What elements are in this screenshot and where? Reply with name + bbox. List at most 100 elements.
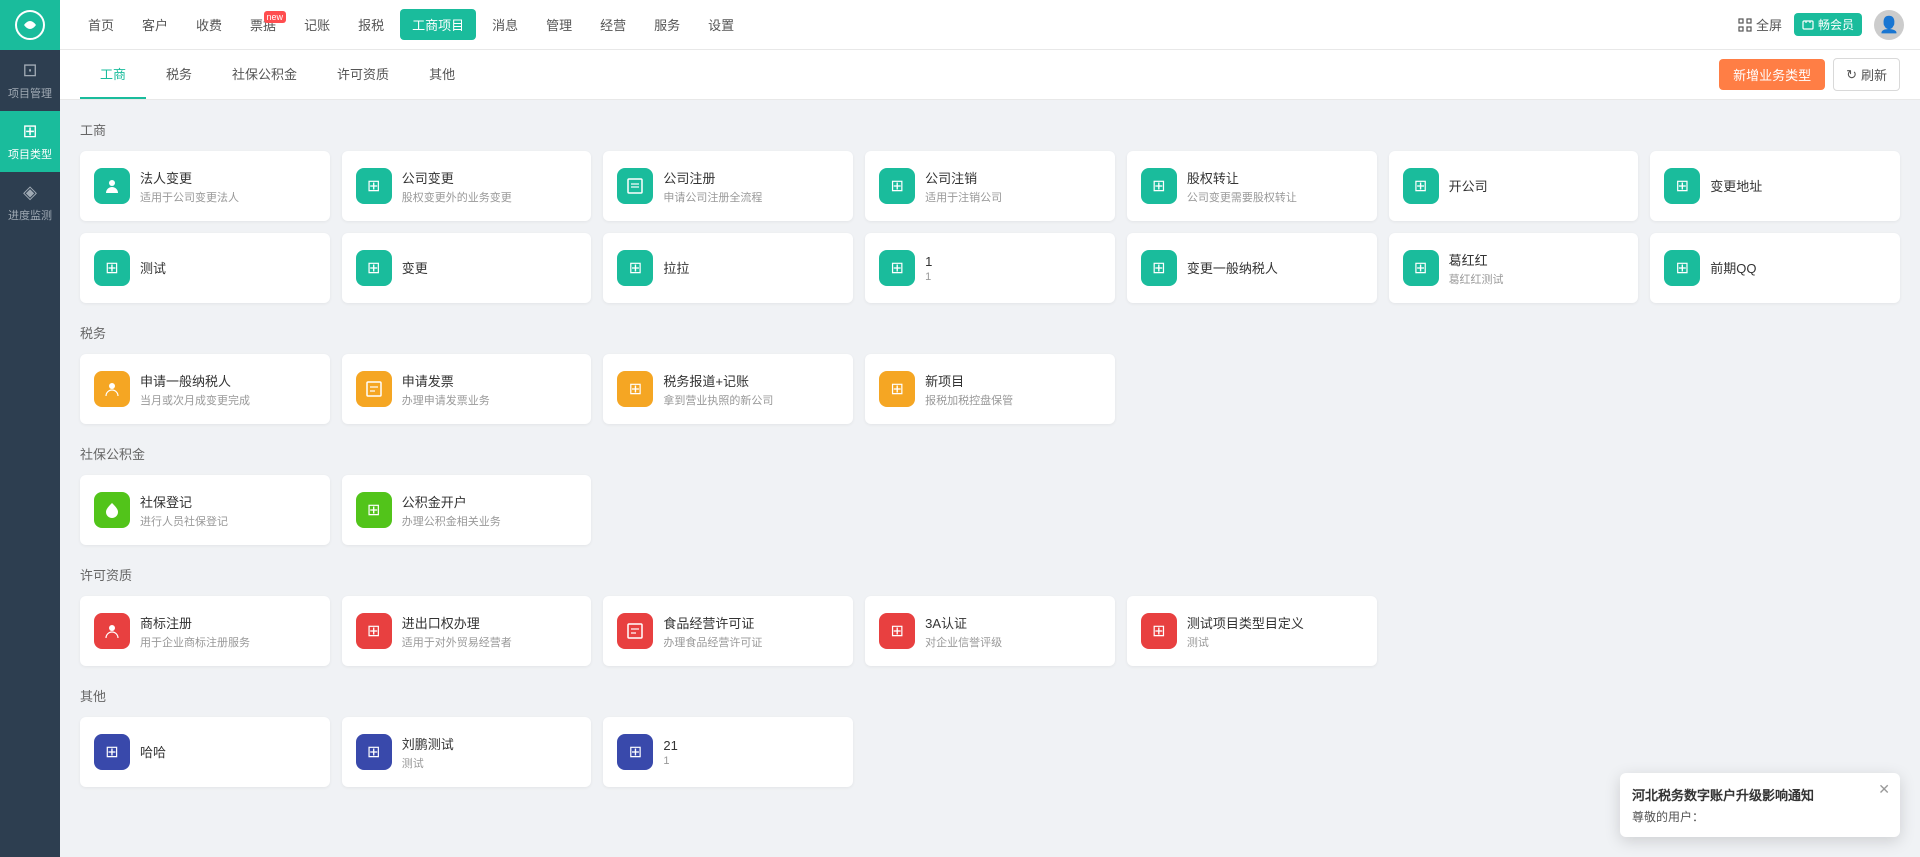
nav-customer[interactable]: 客户 (130, 9, 180, 40)
notification-title: 河北税务数字账户升级影响通知 (1632, 785, 1888, 804)
card-open-company[interactable]: ⊞ 开公司 (1389, 151, 1639, 221)
sub-header-actions: 新增业务类型 ↻ 刷新 (1719, 58, 1900, 91)
social-register-desc: 进行人员社保登记 (140, 513, 316, 529)
other-title: 其他 (80, 686, 1900, 705)
nav-tax[interactable]: 报税 (346, 9, 396, 40)
haha-name: 哈哈 (140, 742, 316, 761)
card-new-project[interactable]: ⊞ 新项目 报税加税控盘保管 (865, 354, 1115, 424)
card-apply-invoice[interactable]: 申请发票 办理申请发票业务 (342, 354, 592, 424)
nav-service[interactable]: 服务 (642, 9, 692, 40)
tab-gongshang[interactable]: 工商 (80, 50, 146, 99)
card-change-tax[interactable]: ⊞ 变更一般纳税人 (1127, 233, 1377, 303)
sub-header: 工商 税务 社保公积金 许可资质 其他 新增业务类型 ↻ 刷新 (60, 50, 1920, 100)
card-company-change[interactable]: ⊞ 公司变更 股权变更外的业务变更 (342, 151, 592, 221)
sidebar-item-progress-monitor[interactable]: ◈ 进度监测 (0, 172, 60, 233)
gehonghong-name: 葛红红 (1449, 250, 1625, 269)
card-equity-transfer[interactable]: ⊞ 股权转让 公司变更需要股权转让 (1127, 151, 1377, 221)
gehonghong-info: 葛红红 葛红红测试 (1449, 250, 1625, 287)
tab-shebao[interactable]: 社保公积金 (212, 50, 317, 99)
tab-other[interactable]: 其他 (409, 50, 475, 99)
card-company-cancel[interactable]: ⊞ 公司注销 适用于注销公司 (865, 151, 1115, 221)
card-legal-change[interactable]: 法人变更 适用于公司变更法人 (80, 151, 330, 221)
notification-close-btn[interactable]: ✕ (1878, 781, 1890, 798)
card-3a-cert[interactable]: ⊞ 3A认证 对企业信誉评级 (865, 596, 1115, 666)
nav-ticket[interactable]: 票据 new (238, 9, 288, 40)
sidebar-item-project-manage[interactable]: ⊡ 项目管理 (0, 50, 60, 111)
nav-settings[interactable]: 设置 (696, 9, 746, 40)
nav-accounting[interactable]: 记账 (292, 9, 342, 40)
notification-content: 尊敬的用户： (1632, 808, 1888, 825)
test-name: 测试 (140, 258, 316, 277)
card-trademark[interactable]: 商标注册 用于企业商标注册服务 (80, 596, 330, 666)
card-company-register[interactable]: 公司注册 申请公司注册全流程 (603, 151, 853, 221)
nav-home[interactable]: 首页 (76, 9, 126, 40)
card-change-address[interactable]: ⊞ 变更地址 (1650, 151, 1900, 221)
food-permit-info: 食品经营许可证 办理食品经营许可证 (663, 613, 839, 650)
sidebar-item-label: 进度监测 (8, 207, 52, 223)
gehonghong-icon: ⊞ (1403, 250, 1439, 286)
card-apply-taxpayer[interactable]: 申请一般纳税人 当月或次月成变更完成 (80, 354, 330, 424)
fund-account-info: 公积金开户 办理公积金相关业务 (402, 492, 578, 529)
change2-icon: ⊞ (356, 250, 392, 286)
fund-account-desc: 办理公积金相关业务 (402, 513, 578, 529)
card-change2[interactable]: ⊞ 变更 (342, 233, 592, 303)
card-test[interactable]: ⊞ 测试 (80, 233, 330, 303)
nav-manage[interactable]: 管理 (534, 9, 584, 40)
card-liupeng-test[interactable]: ⊞ 刘鹏测试 测试 (342, 717, 592, 787)
member-btn[interactable]: 畅会员 (1794, 13, 1862, 36)
refresh-button[interactable]: ↻ 刷新 (1833, 58, 1900, 91)
card-qianqi-qq[interactable]: ⊞ 前期QQ (1650, 233, 1900, 303)
card-gehonghong[interactable]: ⊞ 葛红红 葛红红测试 (1389, 233, 1639, 303)
one-name: 1 (925, 254, 1101, 269)
nav-billing[interactable]: 收费 (184, 9, 234, 40)
apply-taxpayer-info: 申请一般纳税人 当月或次月成变更完成 (140, 371, 316, 408)
new-project-icon: ⊞ (879, 371, 915, 407)
3a-cert-info: 3A认证 对企业信誉评级 (925, 613, 1101, 650)
import-export-desc: 适用于对外贸易经营者 (402, 634, 578, 650)
card-social-register[interactable]: 社保登记 进行人员社保登记 (80, 475, 330, 545)
new-type-button[interactable]: 新增业务类型 (1719, 59, 1825, 90)
card-twenty-one[interactable]: ⊞ 21 1 (603, 717, 853, 787)
apply-invoice-icon (356, 371, 392, 407)
apply-invoice-info: 申请发票 办理申请发票业务 (402, 371, 578, 408)
tab-xuke[interactable]: 许可资质 (317, 50, 409, 99)
card-lala[interactable]: ⊞ 拉拉 (603, 233, 853, 303)
card-fund-account[interactable]: ⊞ 公积金开户 办理公积金相关业务 (342, 475, 592, 545)
apply-invoice-desc: 办理申请发票业务 (402, 392, 578, 408)
qianqi-qq-info: 前期QQ (1710, 258, 1886, 279)
social-register-name: 社保登记 (140, 492, 316, 511)
test-type-icon: ⊞ (1141, 613, 1177, 649)
sidebar-logo[interactable] (0, 0, 60, 50)
user-avatar[interactable]: 👤 (1874, 10, 1904, 40)
refresh-icon: ↻ (1846, 67, 1857, 83)
import-export-name: 进出口权办理 (402, 613, 578, 632)
test-type-name: 测试项目类型目定义 (1187, 613, 1363, 632)
trademark-icon (94, 613, 130, 649)
nav-operation[interactable]: 经营 (588, 9, 638, 40)
nav-message[interactable]: 消息 (480, 9, 530, 40)
qianqi-qq-name: 前期QQ (1710, 258, 1886, 277)
top-navigation: 首页 客户 收费 票据 new 记账 报税 工商项目 消息 管理 经营 服务 设… (60, 0, 1920, 50)
legal-change-info: 法人变更 适用于公司变更法人 (140, 168, 316, 205)
sidebar-item-project-type[interactable]: ⊞ 项目类型 (0, 111, 60, 172)
trademark-desc: 用于企业商标注册服务 (140, 634, 316, 650)
card-haha[interactable]: ⊞ 哈哈 (80, 717, 330, 787)
one-desc: 1 (925, 271, 1101, 283)
page: 工商 税务 社保公积金 许可资质 其他 新增业务类型 ↻ 刷新 工商 (60, 50, 1920, 857)
fullscreen-btn[interactable]: 全屏 (1738, 15, 1782, 34)
nav-industry[interactable]: 工商项目 (400, 9, 476, 40)
company-cancel-info: 公司注销 适用于注销公司 (925, 168, 1101, 205)
card-import-export[interactable]: ⊞ 进出口权办理 适用于对外贸易经营者 (342, 596, 592, 666)
change-tax-info: 变更一般纳税人 (1187, 258, 1363, 279)
test-icon: ⊞ (94, 250, 130, 286)
tab-shuiwu[interactable]: 税务 (146, 50, 212, 99)
change-address-icon: ⊞ (1664, 168, 1700, 204)
gongshang-cards-grid: 法人变更 适用于公司变更法人 ⊞ 公司变更 股权变更外的业务变更 (80, 151, 1900, 303)
card-tax-report[interactable]: ⊞ 税务报道+记账 拿到营业执照的新公司 (603, 354, 853, 424)
company-cancel-name: 公司注销 (925, 168, 1101, 187)
card-food-permit[interactable]: 食品经营许可证 办理食品经营许可证 (603, 596, 853, 666)
card-test-type[interactable]: ⊞ 测试项目类型目定义 测试 (1127, 596, 1377, 666)
card-one[interactable]: ⊞ 1 1 (865, 233, 1115, 303)
liupeng-test-name: 刘鹏测试 (402, 734, 578, 753)
qianqi-qq-icon: ⊞ (1664, 250, 1700, 286)
